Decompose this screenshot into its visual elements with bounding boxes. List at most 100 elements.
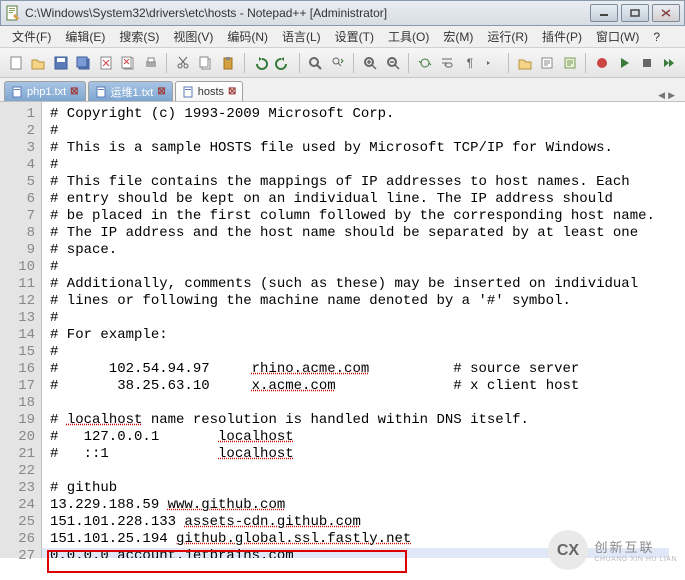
tab-scroll-arrows[interactable]: ◀▶	[658, 90, 681, 101]
code-line[interactable]: #	[50, 344, 685, 361]
toolbar-macro-fast-icon[interactable]	[660, 52, 679, 74]
tab-label: php1.txt	[27, 86, 66, 98]
line-number: 26	[0, 531, 35, 548]
line-number: 11	[0, 276, 35, 293]
code-line[interactable]: # 38.25.63.10 x.acme.com # x client host	[50, 378, 685, 395]
toolbar-allchars-icon[interactable]: ¶	[460, 52, 479, 74]
menu-language[interactable]: 语言(L)	[276, 26, 327, 47]
tab-运维1-txt[interactable]: 运维1.txt⊠	[88, 81, 173, 101]
toolbar-zoomin-icon[interactable]	[360, 52, 379, 74]
svg-text:CX: CX	[557, 542, 580, 559]
toolbar-copy-icon[interactable]	[196, 52, 215, 74]
toolbar-undo-icon[interactable]	[251, 52, 270, 74]
toolbar-doclist-icon[interactable]	[537, 52, 556, 74]
tab-close-icon[interactable]: ⊠	[70, 86, 78, 97]
code-area[interactable]: # Copyright (c) 1993-2009 Microsoft Corp…	[42, 102, 685, 558]
code-line[interactable]: # This is a sample HOSTS file used by Mi…	[50, 140, 685, 157]
line-number: 4	[0, 157, 35, 174]
line-number: 13	[0, 310, 35, 327]
watermark-sub: CHUANG XIN HU LIAN	[594, 556, 677, 563]
menu-plugins[interactable]: 插件(P)	[536, 26, 588, 47]
line-number: 23	[0, 480, 35, 497]
line-number: 3	[0, 140, 35, 157]
toolbar-new-icon[interactable]	[6, 52, 25, 74]
toolbar-save-icon[interactable]	[51, 52, 70, 74]
line-number: 24	[0, 497, 35, 514]
tab-label: hosts	[198, 86, 224, 98]
code-line[interactable]: # 127.0.0.1 localhost	[50, 429, 685, 446]
code-line[interactable]: # The IP address and the host name shoul…	[50, 225, 685, 242]
code-line[interactable]: # For example:	[50, 327, 685, 344]
maximize-button[interactable]	[621, 4, 649, 22]
code-line[interactable]: # 102.54.94.97 rhino.acme.com # source s…	[50, 361, 685, 378]
line-number: 10	[0, 259, 35, 276]
toolbar-sync-icon[interactable]	[415, 52, 434, 74]
code-line[interactable]: #	[50, 310, 685, 327]
menu-help[interactable]: ?	[647, 28, 666, 46]
code-line[interactable]: 13.229.188.59 www.github.com	[50, 497, 685, 514]
toolbar-paste-icon[interactable]	[218, 52, 237, 74]
close-button[interactable]	[652, 4, 680, 22]
tab-hosts[interactable]: hosts ⊠	[175, 81, 244, 101]
code-line[interactable]	[50, 395, 685, 412]
menu-file[interactable]: 文件(F)	[6, 26, 57, 47]
toolbar-separator	[508, 53, 509, 73]
menu-encoding[interactable]: 编码(N)	[221, 26, 274, 47]
menu-edit[interactable]: 编辑(E)	[59, 26, 111, 47]
toolbar-separator	[353, 53, 354, 73]
toolbar-print-icon[interactable]	[141, 52, 160, 74]
window-title: C:\Windows\System32\drivers\etc\hosts - …	[25, 6, 587, 20]
code-line[interactable]: # localhost name resolution is handled w…	[50, 412, 685, 429]
toolbar-macro-stop-icon[interactable]	[637, 52, 656, 74]
line-number: 16	[0, 361, 35, 378]
menu-settings[interactable]: 设置(T)	[329, 26, 380, 47]
toolbar-replace-icon[interactable]	[328, 52, 347, 74]
tab-php1-txt[interactable]: php1.txt ⊠	[4, 81, 86, 101]
menu-macro[interactable]: 宏(M)	[437, 26, 479, 47]
code-line[interactable]: # Copyright (c) 1993-2009 Microsoft Corp…	[50, 106, 685, 123]
watermark: CX 创新互联 CHUANG XIN HU LIAN	[548, 530, 677, 570]
code-line[interactable]	[50, 463, 685, 480]
toolbar-wrap-icon[interactable]	[438, 52, 457, 74]
tabbar: php1.txt⊠运维1.txt⊠hosts⊠◀▶	[0, 78, 685, 102]
code-line[interactable]: #	[50, 123, 685, 140]
code-line[interactable]: # entry should be kept on an individual …	[50, 191, 685, 208]
file-icon	[182, 86, 194, 98]
toolbar-folder-icon[interactable]	[515, 52, 534, 74]
code-line[interactable]: #	[50, 157, 685, 174]
toolbar-open-icon[interactable]	[28, 52, 47, 74]
menu-search[interactable]: 搜索(S)	[113, 26, 165, 47]
code-line[interactable]: # lines or following the machine name de…	[50, 293, 685, 310]
toolbar-macro-rec-icon[interactable]	[592, 52, 611, 74]
toolbar-redo-icon[interactable]	[273, 52, 292, 74]
line-number: 27	[0, 548, 35, 565]
menu-tools[interactable]: 工具(O)	[382, 26, 435, 47]
tab-close-icon[interactable]: ⊠	[157, 86, 165, 97]
toolbar-separator	[299, 53, 300, 73]
toolbar-indent-icon[interactable]	[483, 52, 502, 74]
toolbar-zoomout-icon[interactable]	[383, 52, 402, 74]
menu-window[interactable]: 窗口(W)	[590, 26, 645, 47]
code-line[interactable]: # ::1 localhost	[50, 446, 685, 463]
code-line[interactable]: # github	[50, 480, 685, 497]
line-number: 22	[0, 463, 35, 480]
menu-run[interactable]: 运行(R)	[481, 26, 534, 47]
toolbar-funclist-icon[interactable]	[560, 52, 579, 74]
editor[interactable]: 1234567891011121314151617181920212223242…	[0, 102, 685, 558]
toolbar-closeall-icon[interactable]	[118, 52, 137, 74]
code-line[interactable]: # Additionally, comments (such as these)…	[50, 276, 685, 293]
toolbar-close-icon[interactable]	[96, 52, 115, 74]
tab-close-icon[interactable]: ⊠	[228, 86, 236, 97]
code-line[interactable]: 151.101.228.133 assets-cdn.github.com	[50, 514, 685, 531]
toolbar-cut-icon[interactable]	[173, 52, 192, 74]
code-line[interactable]: # This file contains the mappings of IP …	[50, 174, 685, 191]
toolbar-macro-play-icon[interactable]	[615, 52, 634, 74]
code-line[interactable]: # space.	[50, 242, 685, 259]
code-line[interactable]: #	[50, 259, 685, 276]
code-line[interactable]: # be placed in the first column followed…	[50, 208, 685, 225]
file-icon	[95, 86, 107, 98]
toolbar-find-icon[interactable]	[305, 52, 324, 74]
toolbar-saveall-icon[interactable]	[73, 52, 92, 74]
minimize-button[interactable]	[590, 4, 618, 22]
menu-view[interactable]: 视图(V)	[167, 26, 219, 47]
